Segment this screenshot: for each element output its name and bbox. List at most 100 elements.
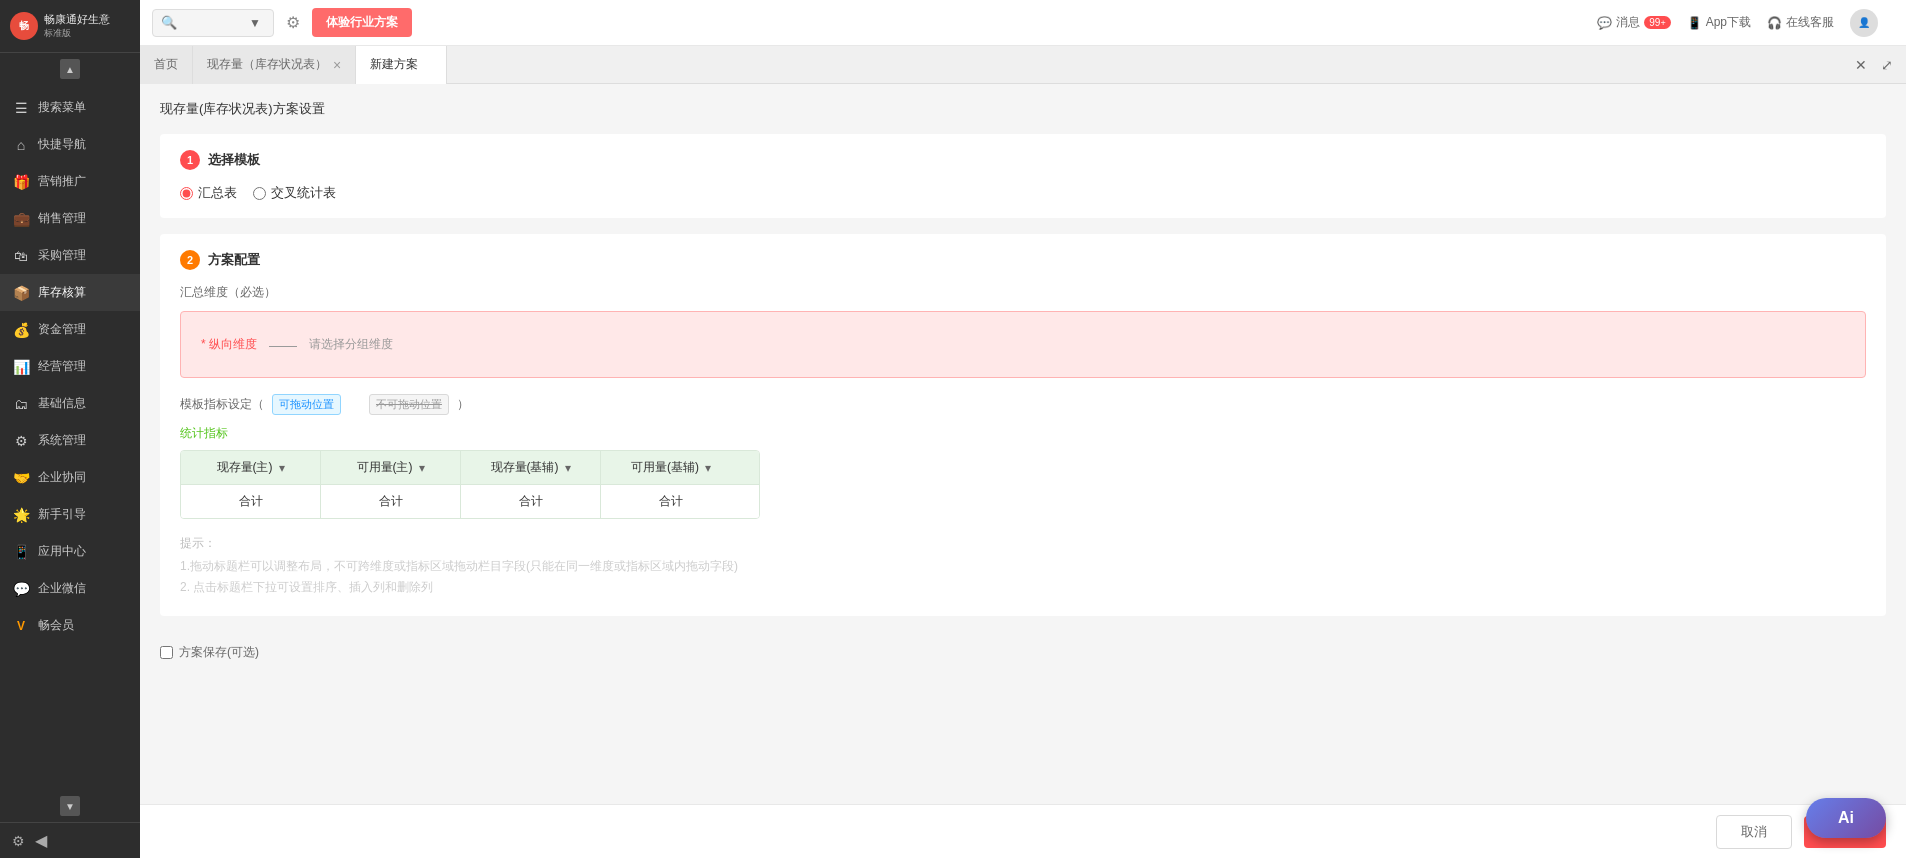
window-close-btn[interactable]: ✕	[1850, 54, 1872, 76]
tab-home[interactable]: 首页	[140, 46, 193, 84]
step1-card: 1 选择模板 汇总表 交叉统计表	[160, 134, 1886, 218]
tip-item-1: 2. 点击标题栏下拉可设置排序、插入列和删除列	[180, 579, 1866, 596]
sales-icon: 💼	[12, 211, 30, 227]
window-controls: ✕ ⤢	[1850, 54, 1906, 76]
non-draggable-badge: 不可拖动位置	[369, 394, 449, 415]
tab-inventory-close[interactable]: ×	[333, 58, 341, 72]
sidebar-item-finance[interactable]: 💰 资金管理	[0, 311, 140, 348]
main-area: 🔍 ▼ ⚙ 体验行业方案 💬 消息 99+ 📱 App下载 🎧 在线客服	[140, 0, 1906, 858]
sidebar-item-label: 畅会员	[38, 617, 74, 634]
col-label-3: 可用量(基辅)	[631, 459, 699, 476]
save-option[interactable]: 方案保存(可选)	[160, 632, 1886, 673]
operations-icon: 📊	[12, 359, 30, 375]
app-icon: 📱	[1687, 16, 1702, 30]
dimension-box[interactable]: * 纵向维度 —— 请选择分组维度	[180, 311, 1866, 378]
scroll-down-btn[interactable]: ▼	[60, 796, 80, 816]
header-right: 💬 消息 99+ 📱 App下载 🎧 在线客服 👤	[1597, 9, 1894, 37]
col-agg-1: 合计	[379, 493, 403, 510]
step1-header: 1 选择模板	[180, 150, 1866, 170]
col-header-1[interactable]: 可用量(主) ▾	[321, 451, 461, 484]
cancel-button[interactable]: 取消	[1716, 815, 1792, 849]
step2-badge: 2	[180, 250, 200, 270]
tab-inventory-label: 现存量（库存状况表）	[207, 56, 327, 73]
col-dropdown-3[interactable]: ▾	[705, 461, 711, 475]
summary-dimension-label: 汇总维度（必选）	[180, 284, 1866, 301]
tab-new-plan[interactable]: 新建方案 ×	[356, 46, 447, 84]
scroll-up-btn[interactable]: ▲	[60, 59, 80, 79]
sidebar-item-enterprise[interactable]: 🤝 企业协同	[0, 459, 140, 496]
radio-summary-input[interactable]	[180, 187, 193, 200]
col-dropdown-0[interactable]: ▾	[279, 461, 285, 475]
sidebar-item-search-menu[interactable]: ☰ 搜索菜单	[0, 89, 140, 126]
sidebar-item-marketing[interactable]: 🎁 营销推广	[0, 163, 140, 200]
tab-inventory-status[interactable]: 现存量（库存状况表） ×	[193, 46, 356, 84]
col-header-2[interactable]: 现存量(基辅) ▾	[461, 451, 601, 484]
step2-header: 2 方案配置	[180, 250, 1866, 270]
tab-bar: 首页 现存量（库存状况表） × 新建方案 × ✕ ⤢	[140, 46, 1906, 84]
col-agg-3: 合计	[659, 493, 683, 510]
save-option-label: 方案保存(可选)	[179, 644, 259, 661]
tip-text-0: 1.拖动标题栏可以调整布局，不可跨维度或指标区域拖动栏目字段(只能在同一维度或指…	[180, 558, 738, 575]
inventory-icon: 📦	[12, 285, 30, 301]
sidebar-item-app-center[interactable]: 📱 应用中心	[0, 533, 140, 570]
config-table-body: 合计 合计 合计 合计	[181, 484, 759, 518]
tips-title: 提示：	[180, 535, 1866, 552]
save-checkbox[interactable]	[160, 646, 173, 659]
app-version: 标准版	[44, 27, 110, 40]
ai-label: Ai	[1838, 809, 1854, 827]
metrics-config-sep	[349, 396, 361, 413]
settings-gear-icon[interactable]: ⚙	[282, 9, 304, 36]
message-label: 消息	[1616, 14, 1640, 31]
sidebar-item-basic-info[interactable]: 🗂 基础信息	[0, 385, 140, 422]
metrics-config-text: 模板指标设定（	[180, 396, 264, 413]
system-icon: ⚙	[12, 433, 30, 449]
settings-icon[interactable]: ⚙	[12, 833, 25, 849]
sidebar-item-enterprise-wechat[interactable]: 💬 企业微信	[0, 570, 140, 607]
ai-bubble[interactable]: Ai	[1806, 798, 1886, 838]
window-expand-btn[interactable]: ⤢	[1876, 54, 1898, 76]
radio-crosstab[interactable]: 交叉统计表	[253, 184, 336, 202]
tab-new-plan-close[interactable]: ×	[424, 58, 432, 72]
sidebar-item-quick-nav[interactable]: ⌂ 快捷导航	[0, 126, 140, 163]
sidebar-item-vip[interactable]: V 畅会员	[0, 607, 140, 644]
col-agg-0: 合计	[239, 493, 263, 510]
col-label-1: 可用量(主)	[357, 459, 413, 476]
online-service-btn[interactable]: 🎧 在线客服	[1767, 14, 1834, 31]
sidebar-scroll-up[interactable]: ▲	[0, 53, 140, 85]
service-label: 在线客服	[1786, 14, 1834, 31]
enterprise-icon: 🤝	[12, 470, 30, 486]
app-logo-icon: 畅	[10, 12, 38, 40]
col-dropdown-2[interactable]: ▾	[565, 461, 571, 475]
search-dropdown-btn[interactable]: ▼	[245, 14, 265, 32]
required-star: * 纵向维度	[201, 336, 257, 353]
app-download-btn[interactable]: 📱 App下载	[1687, 14, 1751, 31]
col-body-0: 合计	[181, 485, 321, 518]
sidebar-scroll-down[interactable]: ▼	[0, 790, 140, 822]
help-icon[interactable]: ◀	[35, 831, 47, 850]
col-header-3[interactable]: 可用量(基辅) ▾	[601, 451, 741, 484]
sidebar-item-operations[interactable]: 📊 经营管理	[0, 348, 140, 385]
config-table: 现存量(主) ▾ 可用量(主) ▾ 现存量(基辅) ▾ 可用量(基辅) ▾	[180, 450, 760, 519]
app-center-icon: 📱	[12, 544, 30, 560]
message-btn[interactable]: 💬 消息 99+	[1597, 14, 1670, 31]
sidebar-item-sales[interactable]: 💼 销售管理	[0, 200, 140, 237]
col-dropdown-1[interactable]: ▾	[419, 461, 425, 475]
sidebar-item-label: 系统管理	[38, 432, 86, 449]
header-search-box[interactable]: 🔍 ▼	[152, 9, 274, 37]
sidebar-item-purchase[interactable]: 🛍 采购管理	[0, 237, 140, 274]
col-header-0[interactable]: 现存量(主) ▾	[181, 451, 321, 484]
avatar: 👤	[1850, 9, 1878, 37]
sidebar-nav: ☰ 搜索菜单 ⌂ 快捷导航 🎁 营销推广 💼 销售管理 🛍 采购管理 📦 库存核…	[0, 85, 140, 790]
try-btn[interactable]: 体验行业方案	[312, 8, 412, 37]
sidebar-item-system[interactable]: ⚙ 系统管理	[0, 422, 140, 459]
radio-summary[interactable]: 汇总表	[180, 184, 237, 202]
search-input[interactable]	[181, 16, 241, 30]
sidebar-item-inventory[interactable]: 📦 库存核算	[0, 274, 140, 311]
sidebar-item-new-guide[interactable]: 🌟 新手引导	[0, 496, 140, 533]
sidebar-item-label: 经营管理	[38, 358, 86, 375]
draggable-badge: 可拖动位置	[272, 394, 341, 415]
config-table-header: 现存量(主) ▾ 可用量(主) ▾ 现存量(基辅) ▾ 可用量(基辅) ▾	[181, 451, 759, 484]
quick-nav-icon: ⌂	[12, 137, 30, 153]
radio-crosstab-input[interactable]	[253, 187, 266, 200]
sidebar-item-label: 搜索菜单	[38, 99, 86, 116]
